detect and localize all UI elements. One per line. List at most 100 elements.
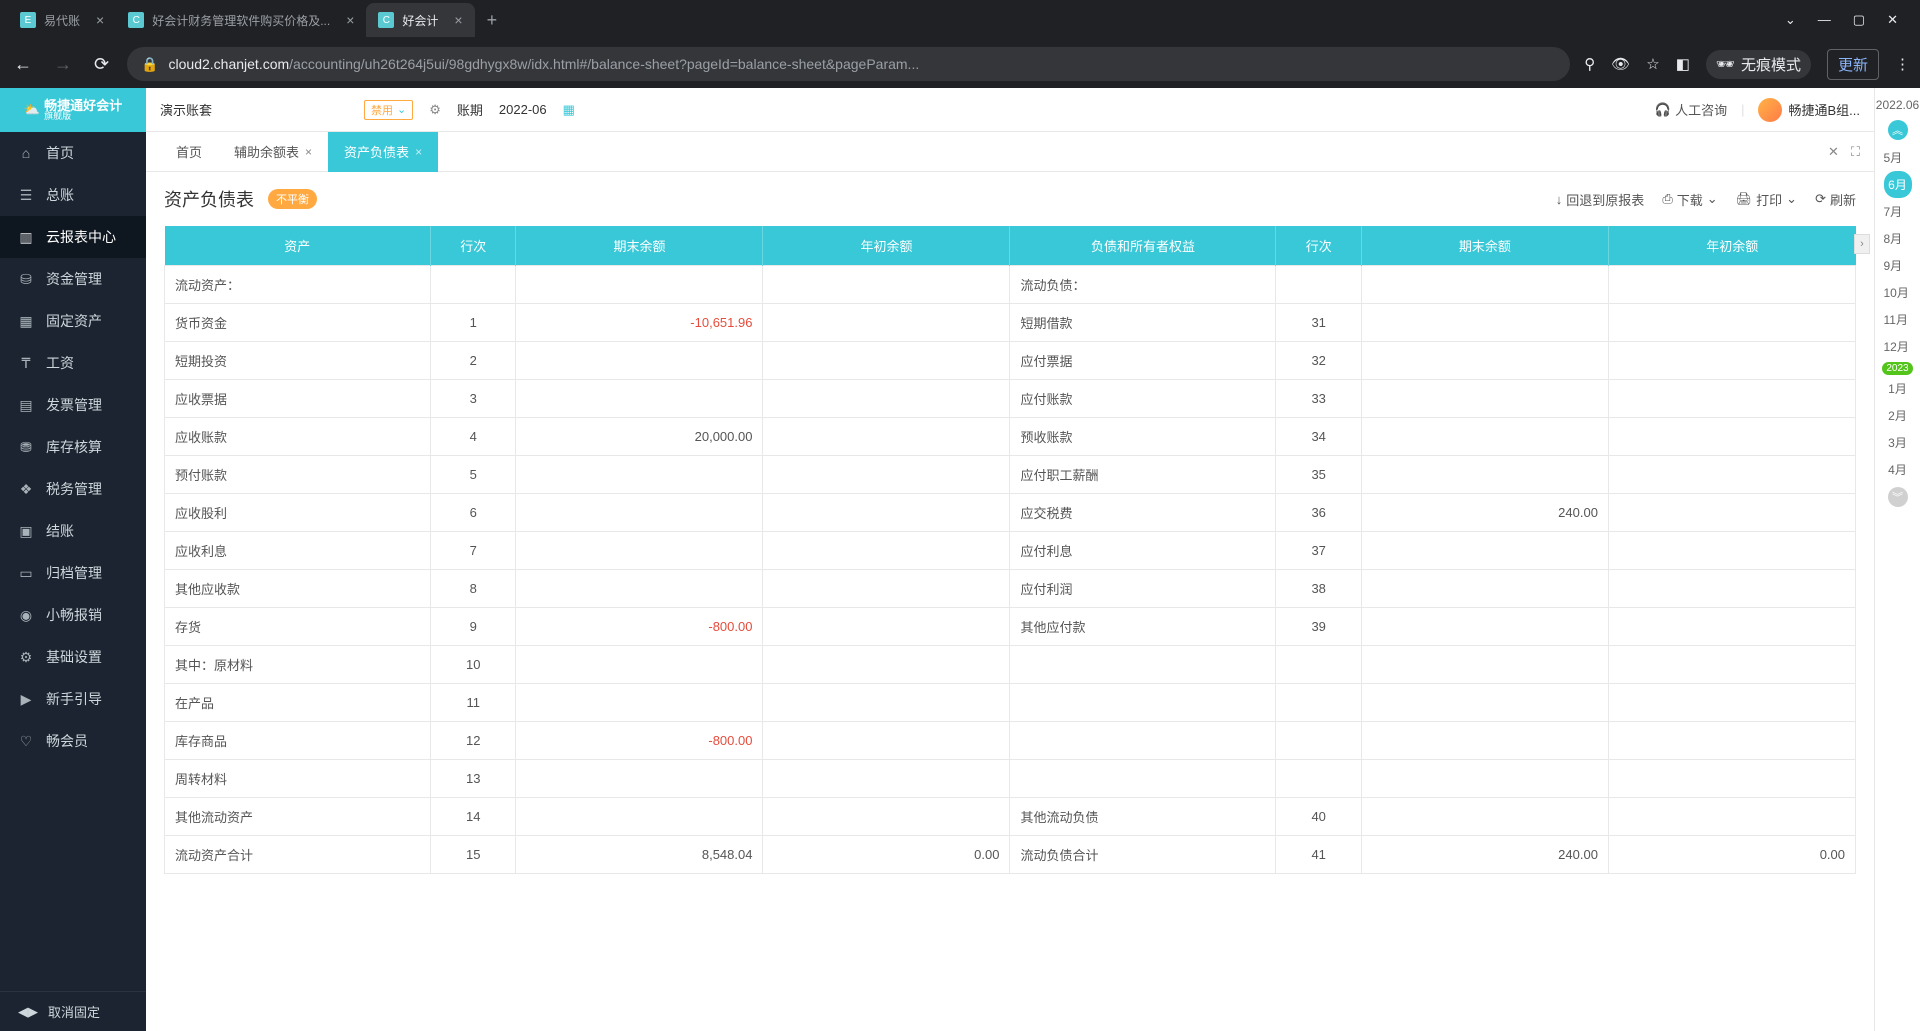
liability-label <box>1010 722 1276 760</box>
month-item[interactable]: 8月 <box>1884 225 1912 252</box>
sidebar-item-总账[interactable]: ☰总账 <box>0 174 146 216</box>
asset-label: 货币资金 <box>165 304 431 342</box>
scroll-right-button[interactable]: › <box>1854 234 1870 254</box>
page-tab[interactable]: 辅助余额表× <box>218 132 328 172</box>
sidebar-item-首页[interactable]: ⌂首页 <box>0 132 146 174</box>
month-item[interactable]: 11月 <box>1884 306 1912 333</box>
url-bar[interactable]: 🔒 cloud2.chanjet.com/accounting/uh26t264… <box>127 47 1570 81</box>
back-button[interactable]: ← <box>10 54 36 75</box>
table-row[interactable]: 库存商品 12 -800.00 <box>165 722 1856 760</box>
search-icon[interactable]: ⚲ <box>1584 55 1595 73</box>
table-row[interactable]: 货币资金 1 -10,651.96 短期借款 31 <box>165 304 1856 342</box>
table-row[interactable]: 流动资产： 流动负债： <box>165 266 1856 304</box>
sidebar-item-结账[interactable]: ▣结账 <box>0 510 146 552</box>
close-icon[interactable]: × <box>346 12 354 28</box>
chat-support-button[interactable]: 🎧 人工咨询 <box>1655 100 1727 119</box>
new-tab-button[interactable]: + <box>475 10 510 31</box>
close-icon[interactable]: × <box>305 145 312 159</box>
fullscreen-icon[interactable]: ⛶ <box>1851 144 1860 160</box>
table-row[interactable]: 应收股利 6 应交税费 36 240.00 <box>165 494 1856 532</box>
liability-label: 应付账款 <box>1010 380 1276 418</box>
sidebar-item-库存核算[interactable]: ⛃库存核算 <box>0 426 146 468</box>
calendar-icon[interactable]: ▦ <box>563 102 575 118</box>
minimize-icon[interactable]: ― <box>1818 12 1831 28</box>
browser-tab[interactable]: C 好会计 × <box>366 3 474 37</box>
asset-rowno: 4 <box>430 418 515 456</box>
table-row[interactable]: 流动资产合计 15 8,548.04 0.00 流动负债合计 41 240.00… <box>165 836 1856 874</box>
table-row[interactable]: 周转材料 13 <box>165 760 1856 798</box>
refresh-button[interactable]: ⟳刷新 <box>1815 190 1856 209</box>
page-tab[interactable]: 首页 <box>160 132 218 172</box>
close-icon[interactable]: × <box>415 145 422 159</box>
month-item[interactable]: 2月 <box>1888 402 1907 429</box>
disabled-badge[interactable]: 禁用 ⌄ <box>364 100 413 120</box>
sidebar-item-云报表中心[interactable]: ▥云报表中心 <box>0 216 146 258</box>
sidebar-item-label: 总账 <box>46 185 74 205</box>
logo[interactable]: ⛅ 畅捷通好会计 旗舰版 <box>0 88 146 132</box>
sidebar-item-畅会员[interactable]: ♡畅会员 <box>0 720 146 762</box>
print-button[interactable]: 🖨打印⌄ <box>1736 190 1797 209</box>
table-row[interactable]: 其中：原材料 10 <box>165 646 1856 684</box>
maximize-icon[interactable]: ▢ <box>1853 12 1865 28</box>
period-value[interactable]: 2022-06 <box>499 102 547 117</box>
month-item[interactable]: 7月 <box>1884 198 1912 225</box>
table-row[interactable]: 短期投资 2 应付票据 32 <box>165 342 1856 380</box>
liability-begin-balance <box>1608 342 1855 380</box>
puzzle-icon[interactable]: ◧ <box>1676 55 1690 73</box>
asset-label: 在产品 <box>165 684 431 722</box>
table-row[interactable]: 应收账款 4 20,000.00 预收账款 34 <box>165 418 1856 456</box>
sidebar-item-固定资产[interactable]: ▦固定资产 <box>0 300 146 342</box>
liability-rowno <box>1276 684 1361 722</box>
gear-icon[interactable]: ⚙ <box>429 102 441 118</box>
month-item[interactable]: 12月 <box>1884 333 1912 360</box>
close-icon[interactable]: × <box>96 12 104 28</box>
table-row[interactable]: 其他流动资产 14 其他流动负债 40 <box>165 798 1856 836</box>
scroll-up-button[interactable]: ︽ <box>1888 120 1908 140</box>
incognito-indicator[interactable]: 🕶 无痕模式 <box>1706 50 1811 79</box>
month-item[interactable]: 3月 <box>1888 429 1907 456</box>
sidebar-item-税务管理[interactable]: ❖税务管理 <box>0 468 146 510</box>
favicon-icon: C <box>128 12 144 28</box>
reload-button[interactable]: ⟳ <box>90 54 113 75</box>
close-icon[interactable]: × <box>454 12 462 28</box>
user-menu[interactable]: 畅捷通B组... <box>1758 98 1860 122</box>
sidebar-item-资金管理[interactable]: ⛁资金管理 <box>0 258 146 300</box>
table-row[interactable]: 存货 9 -800.00 其他应付款 39 <box>165 608 1856 646</box>
sidebar-item-小畅报销[interactable]: ◉小畅报销 <box>0 594 146 636</box>
menu-icon[interactable]: ⋮ <box>1895 55 1910 73</box>
topbar: 演示账套 禁用 ⌄ ⚙ 账期 2022-06 ▦ 🎧 人工咨询 | 畅捷通B组.… <box>146 88 1874 132</box>
table-row[interactable]: 预付账款 5 应付职工薪酬 35 <box>165 456 1856 494</box>
table-row[interactable]: 其他应收款 8 应付利润 38 <box>165 570 1856 608</box>
browser-tab[interactable]: E 易代账 × <box>8 3 116 37</box>
sidebar-unpin[interactable]: ◀▶ 取消固定 <box>0 991 146 1031</box>
month-rail: 2022.06 ︽ 5月6月7月8月9月10月11月12月 2023 1月2月3… <box>1874 88 1920 1031</box>
star-icon[interactable]: ☆ <box>1646 55 1659 73</box>
browser-tab[interactable]: C 好会计财务管理软件购买价格及... × <box>116 3 366 37</box>
page-tab[interactable]: 资产负债表× <box>328 132 438 172</box>
sidebar-item-基础设置[interactable]: ⚙基础设置 <box>0 636 146 678</box>
close-all-tabs-icon[interactable]: ✕ <box>1828 144 1839 160</box>
nav-icon: ▥ <box>18 229 34 246</box>
month-item[interactable]: 9月 <box>1884 252 1912 279</box>
revert-button[interactable]: ↓回退到原报表 <box>1556 190 1645 209</box>
update-button[interactable]: 更新 <box>1827 49 1879 80</box>
month-item[interactable]: 1月 <box>1888 375 1907 402</box>
table-row[interactable]: 应收票据 3 应付账款 33 <box>165 380 1856 418</box>
month-item[interactable]: 5月 <box>1884 144 1912 171</box>
month-item[interactable]: 6月 <box>1884 171 1912 198</box>
sidebar-item-新手引导[interactable]: ▶新手引导 <box>0 678 146 720</box>
scroll-down-button[interactable]: ︾ <box>1888 487 1908 507</box>
chevron-down-icon[interactable]: ⌄ <box>1785 12 1796 28</box>
eye-slash-icon[interactable]: 👁 <box>1611 55 1630 73</box>
sidebar-item-工资[interactable]: ₸工资 <box>0 342 146 384</box>
month-item[interactable]: 10月 <box>1884 279 1912 306</box>
download-button[interactable]: ⎙下载⌄ <box>1662 190 1717 209</box>
month-item[interactable]: 4月 <box>1888 456 1907 483</box>
sidebar-item-归档管理[interactable]: ▭归档管理 <box>0 552 146 594</box>
close-icon[interactable]: ✕ <box>1887 12 1898 28</box>
table-row[interactable]: 应收利息 7 应付利息 37 <box>165 532 1856 570</box>
sidebar-item-发票管理[interactable]: ▤发票管理 <box>0 384 146 426</box>
nav-icon: ♡ <box>18 733 34 750</box>
table-row[interactable]: 在产品 11 <box>165 684 1856 722</box>
account-set-label[interactable]: 演示账套 <box>160 100 212 119</box>
